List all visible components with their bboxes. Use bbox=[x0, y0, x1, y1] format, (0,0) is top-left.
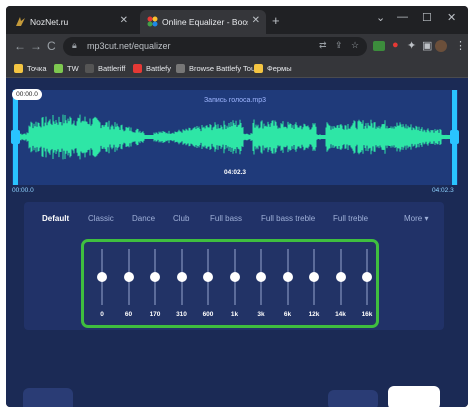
tab-title: Online Equalizer - Boost bass, ch bbox=[162, 17, 248, 27]
equalizer-panel: Default Classic Dance Club Full bass Ful… bbox=[24, 202, 444, 330]
share-icon[interactable]: ⇪ bbox=[335, 40, 343, 51]
bookmark-item[interactable]: Battleriff bbox=[85, 61, 125, 75]
bookmark-item[interactable]: Battlefy bbox=[133, 61, 171, 75]
toolbar: ← → C 🔒︎ mp3cut.net/equalizer ⇄ ⇪ ☆ ● ✦ … bbox=[6, 34, 468, 59]
timeline-start: 00:00.0 bbox=[12, 187, 34, 194]
menu-kebab-icon[interactable]: ⋮ bbox=[455, 39, 466, 52]
bookmark-item[interactable]: Browse Battlefy Tou... bbox=[176, 61, 261, 75]
preset-classic[interactable]: Classic bbox=[88, 214, 114, 223]
extensions-puzzle-icon[interactable]: ✦ bbox=[407, 39, 416, 52]
eq-slider-thumb[interactable] bbox=[362, 272, 372, 282]
secondary-button[interactable] bbox=[328, 390, 378, 407]
duration-label: 04:02.3 bbox=[223, 169, 247, 176]
bookmark-label: Battlefy bbox=[146, 63, 172, 73]
bookmark-label: TW bbox=[67, 63, 79, 73]
bookmark-item[interactable]: TW bbox=[54, 61, 79, 75]
preset-club[interactable]: Club bbox=[173, 214, 189, 223]
eq-slider-thumb[interactable] bbox=[335, 272, 346, 282]
eq-band-1k[interactable]: 1k bbox=[225, 242, 245, 326]
bookmark-browse-icon bbox=[176, 63, 185, 73]
preset-full-bass-treble[interactable]: Full bass treble bbox=[261, 214, 315, 223]
minimize-button[interactable]: — bbox=[397, 11, 408, 23]
eq-band-14k[interactable]: 14k bbox=[331, 242, 351, 326]
equalizer-page: Запись голоса.mp3 00:00.0 04:02.3 00:00.… bbox=[6, 78, 468, 407]
eq-sliders-highlight: 0 60 170 310 600 1k 3k 6k 12k 14k 16k bbox=[81, 239, 379, 328]
tab-search-chevron-icon[interactable]: ⌄ bbox=[376, 11, 385, 24]
eq-slider-thumb[interactable] bbox=[97, 272, 107, 282]
start-handle-grip[interactable] bbox=[11, 130, 20, 144]
eq-band-16k[interactable]: 16k bbox=[357, 242, 377, 326]
end-handle-grip[interactable] bbox=[450, 130, 459, 144]
forward-button[interactable]: → bbox=[30, 39, 42, 53]
translate-icon[interactable]: ⇄ bbox=[319, 40, 327, 51]
eq-band-3k[interactable]: 3k bbox=[251, 242, 271, 326]
bookmark-battleriff-icon bbox=[85, 63, 94, 73]
eq-band-label: 16k bbox=[361, 311, 373, 318]
tab-online-equalizer[interactable]: Online Equalizer - Boost bass, ch ✕ bbox=[140, 10, 266, 34]
preset-default[interactable]: Default bbox=[42, 214, 69, 223]
maximize-button[interactable]: ☐ bbox=[422, 11, 432, 24]
extension-icon[interactable] bbox=[373, 41, 385, 51]
noznet-favicon-icon bbox=[16, 17, 25, 26]
start-time-bubble: 00:00.0 bbox=[12, 89, 42, 100]
profile-avatar[interactable] bbox=[435, 40, 447, 52]
bookmark-label: Фермы bbox=[267, 63, 292, 73]
eq-band-0[interactable]: 0 bbox=[92, 242, 112, 326]
extension-red-icon[interactable]: ● bbox=[392, 39, 399, 51]
tab-noznet[interactable]: NozNet.ru ✕ bbox=[8, 10, 134, 34]
eq-slider-thumb[interactable] bbox=[229, 272, 240, 282]
eq-band-310[interactable]: 310 bbox=[172, 242, 192, 326]
preset-full-treble[interactable]: Full treble bbox=[333, 214, 368, 223]
address-bar[interactable]: 🔒︎ mp3cut.net/equalizer ⇄ ⇪ ☆ bbox=[63, 37, 367, 56]
tab-title: NozNet.ru bbox=[30, 17, 69, 27]
play-button[interactable] bbox=[23, 388, 73, 407]
bookmark-label: Точка bbox=[27, 63, 47, 73]
folder-icon bbox=[14, 63, 23, 73]
url-text[interactable]: mp3cut.net/equalizer bbox=[87, 41, 171, 51]
tab-close-icon[interactable]: ✕ bbox=[252, 15, 260, 26]
eq-slider-thumb[interactable] bbox=[123, 272, 134, 282]
bookmark-label: Battleriff bbox=[98, 63, 126, 73]
bookmark-item[interactable]: Фермы bbox=[254, 61, 292, 75]
back-button[interactable]: ← bbox=[14, 39, 26, 53]
tab-strip: NozNet.ru ✕ Online Equalizer - Boost bas… bbox=[6, 6, 468, 34]
eq-slider-thumb[interactable] bbox=[176, 272, 187, 282]
bookmark-star-icon[interactable]: ☆ bbox=[351, 40, 359, 51]
close-window-button[interactable]: ✕ bbox=[447, 11, 456, 24]
eq-band-170[interactable]: 170 bbox=[145, 242, 165, 326]
mp3cut-favicon-icon bbox=[147, 16, 158, 27]
eq-band-12k[interactable]: 12k bbox=[304, 242, 324, 326]
timeline-end: 04:02.3 bbox=[432, 187, 454, 194]
save-button[interactable] bbox=[388, 386, 440, 407]
bookmark-battlefy-icon bbox=[133, 63, 142, 73]
preset-full-bass[interactable]: Full bass bbox=[210, 214, 242, 223]
preset-tabs: Default Classic Dance Club Full bass Ful… bbox=[24, 214, 444, 228]
eq-slider-thumb[interactable] bbox=[282, 272, 293, 282]
sidepanel-icon[interactable]: ▣ bbox=[422, 39, 432, 52]
folder-icon bbox=[254, 63, 263, 73]
bookmark-item[interactable]: Точка bbox=[14, 61, 47, 75]
bookmark-tw-icon bbox=[54, 63, 63, 73]
preset-dance[interactable]: Dance bbox=[132, 214, 155, 223]
bookmarks-bar: Точка TW Battleriff Battlefy Browse Batt… bbox=[6, 59, 468, 78]
waveform-panel[interactable]: Запись голоса.mp3 00:00.0 04:02.3 bbox=[11, 89, 459, 185]
eq-band-60[interactable]: 60 bbox=[119, 242, 139, 326]
lock-icon: 🔒︎ bbox=[72, 40, 77, 50]
eq-slider-thumb[interactable] bbox=[203, 272, 213, 282]
bookmark-label: Browse Battlefy Tou... bbox=[189, 63, 262, 73]
reload-button[interactable]: C bbox=[47, 39, 56, 53]
eq-slider-thumb[interactable] bbox=[150, 272, 160, 282]
new-tab-button[interactable]: + bbox=[272, 13, 280, 28]
waveform-path bbox=[19, 114, 451, 160]
eq-band-6k[interactable]: 6k bbox=[278, 242, 298, 326]
preset-more-dropdown[interactable]: More ▾ bbox=[404, 214, 428, 223]
eq-slider-thumb[interactable] bbox=[256, 272, 266, 282]
eq-slider-thumb[interactable] bbox=[309, 272, 319, 282]
eq-band-600[interactable]: 600 bbox=[198, 242, 218, 326]
browser-window: NozNet.ru ✕ Online Equalizer - Boost bas… bbox=[6, 6, 468, 407]
tab-close-icon[interactable]: ✕ bbox=[120, 15, 128, 26]
